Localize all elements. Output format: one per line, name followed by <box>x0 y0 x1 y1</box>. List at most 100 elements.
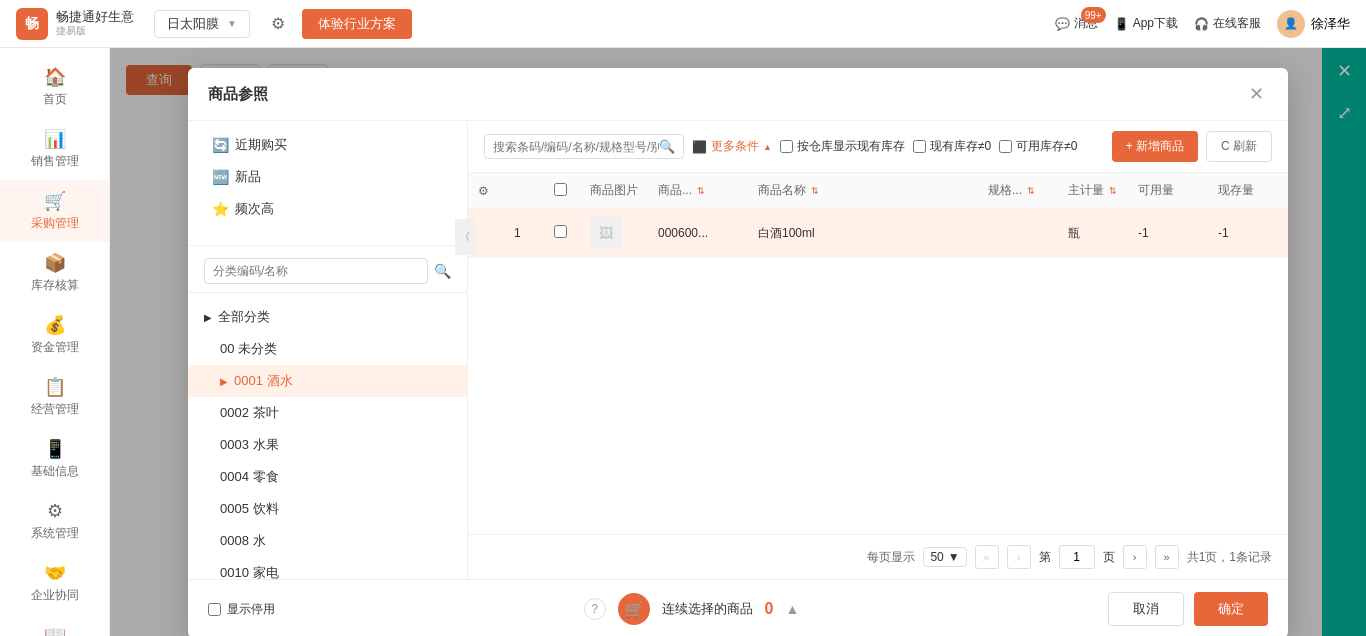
th-avail: 可用量 <box>1128 173 1208 209</box>
logo-text: 畅捷通好生意 <box>56 9 134 25</box>
message-button[interactable]: 💬 消息 99+ <box>1055 15 1098 32</box>
first-page-button[interactable]: « <box>975 545 999 569</box>
page-size-arrow: ▼ <box>948 550 960 564</box>
checkbox-avail-label[interactable]: 可用库存≠0 <box>999 138 1077 155</box>
sort-name-icon: ⇅ <box>811 186 819 196</box>
content-area: 查询 设置 刷新 ✕ ⤢ 商品参照 ✕ <box>110 48 1366 636</box>
next-page-button[interactable]: › <box>1123 545 1147 569</box>
add-product-button[interactable]: + 新增商品 <box>1112 131 1198 162</box>
product-search-bar[interactable]: 🔍 <box>484 134 684 159</box>
sidebar-item-sales[interactable]: 📊 销售管理 <box>0 118 109 180</box>
cart-icon-button[interactable]: 🛒 <box>618 593 650 625</box>
confirm-button[interactable]: 确定 <box>1194 592 1268 626</box>
sort-spec-icon: ⇅ <box>1027 186 1035 196</box>
page-number-input[interactable] <box>1059 545 1095 569</box>
td-name: 白酒100ml <box>748 209 978 258</box>
quick-link-recent[interactable]: 🔄 近期购买 <box>204 129 451 161</box>
select-all-checkbox[interactable] <box>554 183 567 196</box>
help-icon-button[interactable]: ? <box>584 598 606 620</box>
product-table-wrapper: ⚙ 商品图片 <box>468 173 1288 534</box>
checkbox-avail[interactable] <box>999 140 1012 153</box>
sidebar-item-purchase[interactable]: 🛒 采购管理 <box>0 180 109 242</box>
td-stock: -1 <box>1208 209 1288 258</box>
headset-icon: 🎧 <box>1194 17 1209 31</box>
sidebar-item-operation[interactable]: 📋 经营管理 <box>0 366 109 428</box>
trial-button[interactable]: 体验行业方案 <box>302 9 412 39</box>
refresh-button[interactable]: C 刷新 <box>1206 131 1272 162</box>
prev-page-button[interactable]: ‹ <box>1007 545 1031 569</box>
row-checkbox[interactable] <box>554 225 567 238</box>
category-appliances[interactable]: 0010 家电 <box>188 557 467 579</box>
product-search-input[interactable] <box>493 140 659 154</box>
category-search-input[interactable] <box>204 258 428 284</box>
recent-icon: 🔄 <box>212 137 229 153</box>
last-page-button[interactable]: » <box>1155 545 1179 569</box>
gear-col-icon[interactable]: ⚙ <box>478 184 489 198</box>
show-disabled-label[interactable]: 显示停用 <box>208 601 275 618</box>
td-code: 000600... <box>648 209 748 258</box>
checkbox-stock[interactable] <box>913 140 926 153</box>
sidebar-item-inventory[interactable]: 📦 库存核算 <box>0 242 109 304</box>
product-search-icon[interactable]: 🔍 <box>659 139 675 154</box>
online-service-button[interactable]: 🎧 在线客服 <box>1194 15 1261 32</box>
user-area[interactable]: 👤 徐泽华 <box>1277 10 1350 38</box>
th-unit[interactable]: 主计量 ⇅ <box>1058 173 1128 209</box>
nav-dropdown[interactable]: 日太阳膜 ▼ <box>154 10 250 38</box>
new-icon: 🆕 <box>212 169 229 185</box>
sidebar-label-basic: 基础信息 <box>31 463 79 480</box>
sidebar-item-finance[interactable]: 💰 资金管理 <box>0 304 109 366</box>
th-spec[interactable]: 规格... ⇅ <box>978 173 1058 209</box>
footer-center: ? 🛒 连续选择的商品 0 ▲ <box>584 593 800 625</box>
gear-button[interactable]: ⚙ <box>262 8 294 40</box>
category-search-icon[interactable]: 🔍 <box>434 263 451 279</box>
checkbox-warehouse[interactable] <box>780 140 793 153</box>
cart-count: 0 <box>765 600 774 618</box>
sidebar-item-basic[interactable]: 📱 基础信息 <box>0 428 109 490</box>
quick-link-new[interactable]: 🆕 新品 <box>204 161 451 193</box>
th-name[interactable]: 商品名称 ⇅ <box>748 173 978 209</box>
arrow-alcohol: ▶ <box>220 376 228 387</box>
left-panel-collapse-btn[interactable]: 《 <box>455 219 475 255</box>
sidebar-item-collab[interactable]: 🤝 企业协同 <box>0 552 109 614</box>
category-fruit[interactable]: 0003 水果 <box>188 429 467 461</box>
checkbox-stock-label[interactable]: 现有库存≠0 <box>913 138 991 155</box>
td-unit: 瓶 <box>1058 209 1128 258</box>
page-size-select[interactable]: 50 ▼ <box>923 547 966 567</box>
td-no: 1 <box>504 209 544 258</box>
page-size-label: 每页显示 <box>867 549 915 566</box>
category-tea[interactable]: 0002 茶叶 <box>188 397 467 429</box>
category-unclassified[interactable]: 00 未分类 <box>188 333 467 365</box>
logo-area: 畅 畅捷通好生意 捷易版 <box>16 8 134 40</box>
sidebar-item-home[interactable]: 🏠 首页 <box>0 56 109 118</box>
sidebar-item-system[interactable]: ⚙ 系统管理 <box>0 490 109 552</box>
td-check[interactable] <box>544 209 580 258</box>
category-snacks[interactable]: 0004 零食 <box>188 461 467 493</box>
sales-icon: 📊 <box>44 128 66 150</box>
cancel-button[interactable]: 取消 <box>1108 592 1184 626</box>
collab-icon: 🤝 <box>44 562 66 584</box>
sidebar-item-guide[interactable]: 📖 新手引导 <box>0 614 109 636</box>
modal-body: 🔄 近期购买 🆕 新品 ⭐ 频次高 <box>188 121 1288 579</box>
th-img: 商品图片 <box>580 173 648 209</box>
quick-link-frequent[interactable]: ⭐ 频次高 <box>204 193 451 225</box>
modal-title: 商品参照 <box>208 85 268 104</box>
category-alcohol[interactable]: ▶ 0001 酒水 <box>188 365 467 397</box>
td-spec <box>978 209 1058 258</box>
show-disabled-checkbox[interactable] <box>208 603 221 616</box>
checkbox-warehouse-label[interactable]: 按仓库显示现有库存 <box>780 138 905 155</box>
app-download-button[interactable]: 📱 App下载 <box>1114 15 1178 32</box>
filter-button[interactable]: ⬛ 更多条件 ▲ <box>692 138 772 155</box>
category-drinks[interactable]: 0005 饮料 <box>188 493 467 525</box>
category-tree: ▶ 全部分类 00 未分类 ▶ 0001 酒水 0002 茶 <box>188 293 467 579</box>
table-row[interactable]: 1 🖼 <box>468 209 1288 258</box>
th-code[interactable]: 商品... ⇅ <box>648 173 748 209</box>
modal-close-button[interactable]: ✕ <box>1244 82 1268 106</box>
collapse-up-button[interactable]: ▲ <box>786 601 800 617</box>
category-all[interactable]: ▶ 全部分类 <box>188 301 467 333</box>
page-total: 共1页，1条记录 <box>1187 549 1272 566</box>
user-avatar: 👤 <box>1277 10 1305 38</box>
basic-icon: 📱 <box>44 438 66 460</box>
category-water[interactable]: 0008 水 <box>188 525 467 557</box>
arrow-all: ▶ <box>204 312 212 323</box>
page-pre-label: 第 <box>1039 549 1051 566</box>
